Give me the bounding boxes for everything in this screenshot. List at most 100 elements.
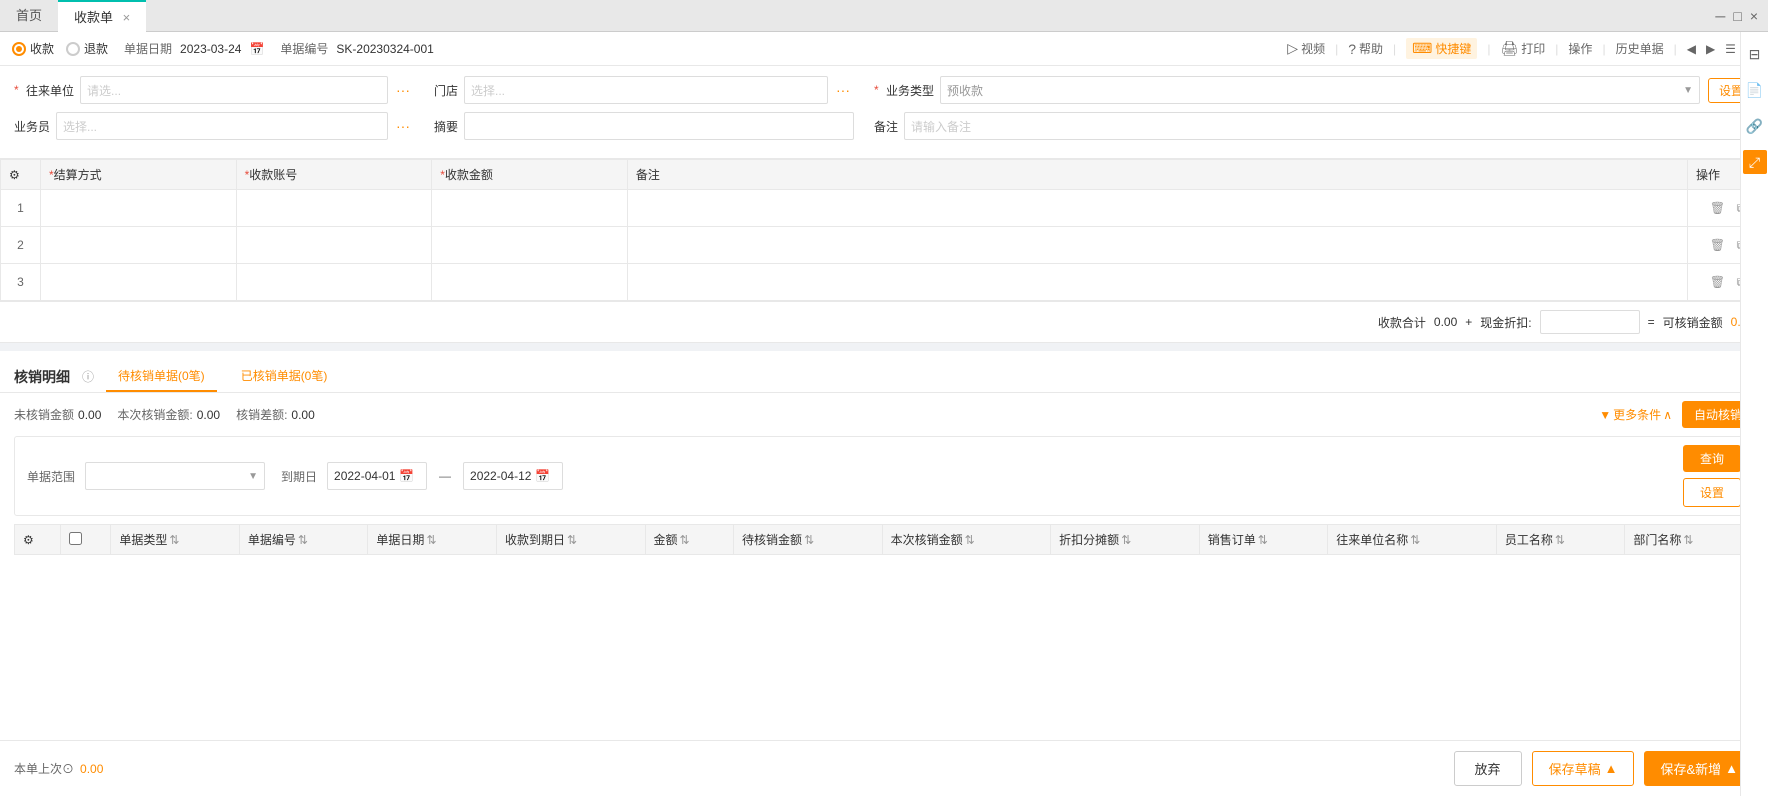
table-row: 2 🗑 ⧉ <box>1 227 1768 264</box>
bt-header-doc-date: 单据日期⇅ <box>368 525 497 555</box>
row-delete-btn-3[interactable]: 🗑 <box>1706 273 1729 291</box>
action-print[interactable]: 🖨 打印 <box>1501 40 1546 57</box>
store-input[interactable]: 选择... <box>464 76 828 104</box>
bt-header-this-time: 本次核销金额⇅ <box>882 525 1051 555</box>
action-shortcut[interactable]: ⌨ 快捷键 <box>1406 38 1477 59</box>
radio-dot-refund <box>66 42 80 56</box>
tab-receipt[interactable]: 收款单 × <box>58 0 146 32</box>
save-new-dropdown-icon: ▲ <box>1725 761 1738 776</box>
stat-unpaid: 未核销金额 0.00 <box>14 406 101 423</box>
action-list[interactable]: ☰ <box>1725 42 1736 56</box>
row-delete-btn-2[interactable]: 🗑 <box>1706 236 1729 254</box>
hexiao-table: ⚙ 单据类型⇅ 单据编号⇅ 单据日期⇅ 收款到期日⇅ 金额⇅ 待核销金额⇅ 本次… <box>14 524 1754 555</box>
tab-bar-actions: ─ □ × <box>1715 8 1768 24</box>
bt-header-due-date: 收款到期日⇅ <box>496 525 645 555</box>
table-cell-account-2[interactable] <box>236 227 432 264</box>
sidebar-doc-icon[interactable]: 📄 <box>1743 78 1767 102</box>
sidebar-expand-icon[interactable]: ⤢ <box>1743 150 1767 174</box>
table-header-setting[interactable]: ⚙ <box>1 160 41 190</box>
action-prev[interactable]: ◀ <box>1687 42 1696 56</box>
bt-header-setting[interactable]: ⚙ <box>15 525 61 555</box>
stat-this-time: 本次核销金额: 0.00 <box>117 406 220 423</box>
toolbar-actions: ▷ 视频 | ? 帮助 | ⌨ 快捷键 | 🖨 打印 | 操作 | <box>1287 38 1756 59</box>
radio-collect[interactable]: 收款 <box>12 40 54 57</box>
receipt-table: ⚙ *结算方式 *收款账号 *收款金额 备注 操作 1 🗑 <box>0 159 1768 301</box>
draft-btn[interactable]: 保存草稿 ▲ <box>1532 751 1635 786</box>
footer-left: 本单上次⊙ 0.00 <box>14 760 103 777</box>
salesperson-more-btn[interactable]: ··· <box>392 118 414 134</box>
table-cell-settlement-2[interactable] <box>41 227 237 264</box>
table-row: 3 🗑 ⧉ <box>1 264 1768 301</box>
table-cell-amount-2[interactable] <box>432 227 628 264</box>
table-header-settlement: *结算方式 <box>41 160 237 190</box>
radio-group: 收款 退款 <box>12 40 108 57</box>
business-type-input[interactable]: 预收款 ▼ <box>940 76 1700 104</box>
maximize-icon[interactable]: □ <box>1733 8 1741 24</box>
remark-input[interactable]: 请输入备注 <box>904 112 1754 140</box>
bt-header-dept: 部门名称⇅ <box>1625 525 1754 555</box>
draft-dropdown-icon: ▲ <box>1605 761 1618 776</box>
filter-date-to[interactable]: 2022-04-12 📅 <box>463 462 563 490</box>
table-cell-amount-3[interactable] <box>432 264 628 301</box>
filter-icon: ▼ <box>1599 408 1611 422</box>
table-cell-account-3[interactable] <box>236 264 432 301</box>
table-cell-remark-1[interactable] <box>627 190 1687 227</box>
abandon-btn[interactable]: 放弃 <box>1454 751 1522 786</box>
cash-discount-input[interactable] <box>1540 310 1640 334</box>
table-header-account: *收款账号 <box>236 160 432 190</box>
action-next[interactable]: ▶ <box>1706 42 1715 56</box>
bt-header-doc-num: 单据编号⇅ <box>239 525 368 555</box>
query-btn[interactable]: 查询 <box>1683 445 1741 472</box>
bt-header-discount: 折扣分摊额⇅ <box>1051 525 1200 555</box>
section-divider <box>0 343 1768 351</box>
form-row-1: * 往来单位 请选... ··· 门店 选择... ··· * 业务类型 <box>14 76 1754 104</box>
tab-bar: 首页 收款单 × ─ □ × <box>0 0 1768 32</box>
table-cell-remark-3[interactable] <box>627 264 1687 301</box>
hexiao-header: 核销明细 ⓘ 待核销单据(0笔) 已核销单据(0笔) <box>0 351 1768 393</box>
filter-container: 单据范围 ▼ 到期日 2022-04-01 📅 — 2022-04-12 <box>0 436 1768 524</box>
filter-range-select[interactable]: ▼ <box>85 462 265 490</box>
tab-close-icon[interactable]: × <box>123 10 131 25</box>
row-delete-btn-1[interactable]: 🗑 <box>1706 199 1729 217</box>
bt-header-checkbox[interactable] <box>61 525 111 555</box>
sidebar-link-icon[interactable]: 🔗 <box>1743 114 1767 138</box>
store-more-btn[interactable]: ··· <box>832 82 854 98</box>
hexiao-info-icon[interactable]: ⓘ <box>82 368 94 385</box>
action-help[interactable]: ? 帮助 <box>1348 40 1383 57</box>
calendar-icon[interactable]: 📅 <box>249 42 264 56</box>
table-cell-settlement-1[interactable] <box>41 190 237 227</box>
save-new-btn[interactable]: 保存&新增 ▲ <box>1644 751 1754 786</box>
tab-home[interactable]: 首页 <box>0 0 58 32</box>
summary-field: 摘要 <box>434 112 854 140</box>
hexiao-table-header: ⚙ 单据类型⇅ 单据编号⇅ 单据日期⇅ 收款到期日⇅ 金额⇅ 待核销金额⇅ 本次… <box>15 525 1754 555</box>
select-all-checkbox[interactable] <box>69 532 82 545</box>
dropdown-icon: ▼ <box>248 471 258 482</box>
right-sidebar: ⊟ 📄 🔗 ⤢ <box>1740 32 1768 796</box>
close-icon[interactable]: × <box>1750 8 1758 24</box>
radio-dot-collect <box>12 42 26 56</box>
salesperson-input[interactable]: 选择... <box>56 112 388 140</box>
hexiao-tab-pending[interactable]: 待核销单据(0笔) <box>106 361 217 392</box>
filter-date-from[interactable]: 2022-04-01 📅 <box>327 462 427 490</box>
action-operation[interactable]: 操作 <box>1568 40 1592 57</box>
sidebar-table-icon[interactable]: ⊟ <box>1743 42 1767 66</box>
table-cell-remark-2[interactable] <box>627 227 1687 264</box>
form-row-2: 业务员 选择... ··· 摘要 备注 请输入备注 <box>14 112 1754 140</box>
radio-refund[interactable]: 退款 <box>66 40 108 57</box>
table-section: ⚙ *结算方式 *收款账号 *收款金额 备注 操作 1 🗑 <box>0 159 1768 302</box>
calendar-to-icon: 📅 <box>535 469 550 483</box>
bt-header-employee: 员工名称⇅ <box>1496 525 1625 555</box>
counterpart-input[interactable]: 请选... <box>80 76 388 104</box>
calendar-from-icon: 📅 <box>399 469 414 483</box>
summary-input[interactable] <box>464 112 854 140</box>
minimize-icon[interactable]: ─ <box>1715 8 1725 24</box>
hexiao-tab-done[interactable]: 已核销单据(0笔) <box>229 361 340 392</box>
action-history[interactable]: 历史单据 <box>1616 40 1664 57</box>
action-video[interactable]: ▷ 视频 <box>1287 40 1325 57</box>
more-conditions-btn[interactable]: ▼ 更多条件 ∧ <box>1599 406 1672 423</box>
counterpart-more-btn[interactable]: ··· <box>392 82 414 98</box>
table-cell-settlement-3[interactable] <box>41 264 237 301</box>
hexiao-settings-btn[interactable]: 设置 <box>1683 478 1741 507</box>
table-cell-account-1[interactable] <box>236 190 432 227</box>
table-cell-amount-1[interactable] <box>432 190 628 227</box>
